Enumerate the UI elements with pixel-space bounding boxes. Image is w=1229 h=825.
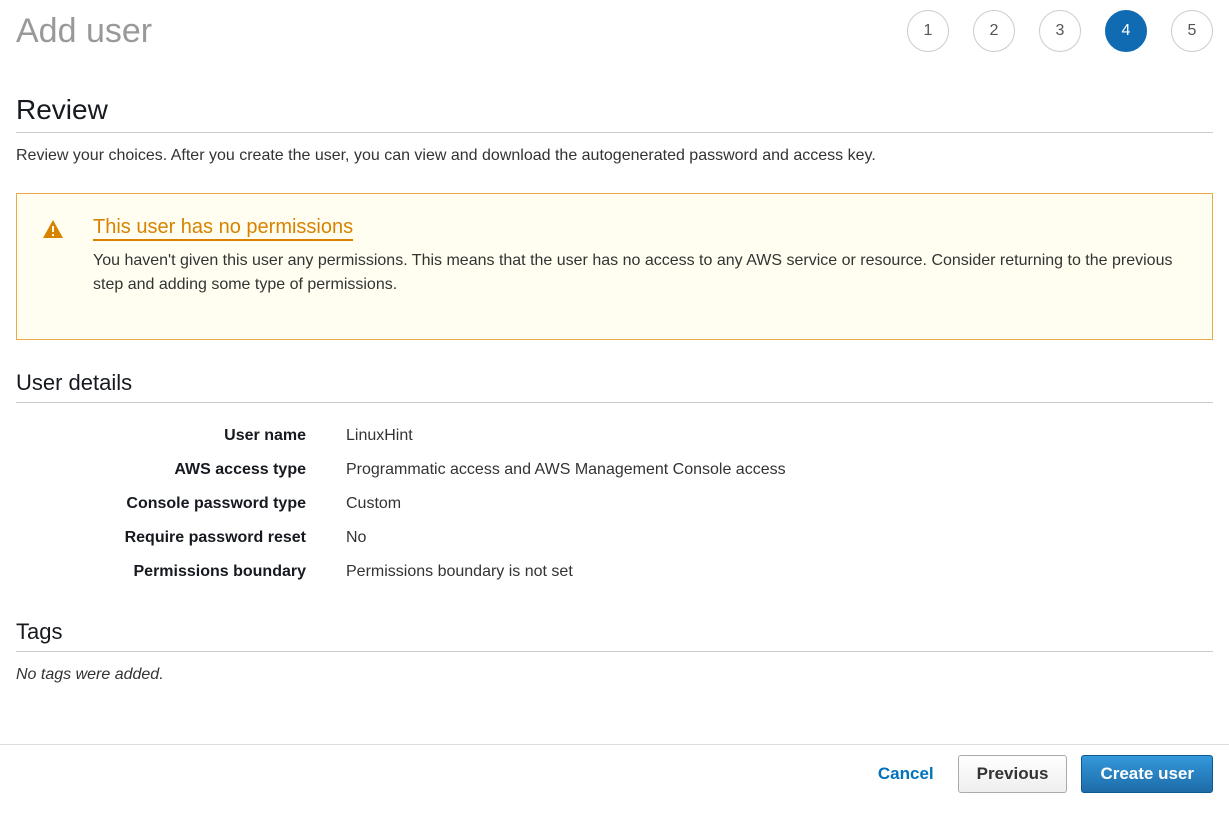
tags-title: Tags xyxy=(16,619,1213,652)
warning-icon xyxy=(41,216,65,297)
wizard-steps: 1 2 3 4 5 xyxy=(907,10,1213,52)
detail-label: Require password reset xyxy=(16,529,306,547)
detail-label: User name xyxy=(16,427,306,445)
step-2[interactable]: 2 xyxy=(973,10,1015,52)
main-content: Review Review your choices. After you cr… xyxy=(0,94,1229,684)
review-description: Review your choices. After you create th… xyxy=(16,147,1213,165)
detail-value: No xyxy=(306,529,1213,547)
detail-label: Console password type xyxy=(16,495,306,513)
detail-value: LinuxHint xyxy=(306,427,1213,445)
detail-value: Custom xyxy=(306,495,1213,513)
step-4[interactable]: 4 xyxy=(1105,10,1147,52)
table-row: User name LinuxHint xyxy=(16,419,1213,453)
create-user-button[interactable]: Create user xyxy=(1081,755,1213,793)
warning-title[interactable]: This user has no permissions xyxy=(93,216,353,241)
step-3[interactable]: 3 xyxy=(1039,10,1081,52)
table-row: Require password reset No xyxy=(16,521,1213,555)
header: Add user 1 2 3 4 5 xyxy=(0,0,1229,72)
detail-label: AWS access type xyxy=(16,461,306,479)
table-row: AWS access type Programmatic access and … xyxy=(16,453,1213,487)
table-row: Permissions boundary Permissions boundar… xyxy=(16,555,1213,589)
detail-label: Permissions boundary xyxy=(16,563,306,581)
user-details-table: User name LinuxHint AWS access type Prog… xyxy=(16,419,1213,589)
detail-value: Permissions boundary is not set xyxy=(306,563,1213,581)
detail-value: Programmatic access and AWS Management C… xyxy=(306,461,1213,479)
user-details-title: User details xyxy=(16,370,1213,403)
previous-button[interactable]: Previous xyxy=(958,755,1068,793)
cancel-button[interactable]: Cancel xyxy=(868,756,944,792)
warning-content: This user has no permissions You haven't… xyxy=(93,216,1188,297)
footer: Cancel Previous Create user xyxy=(0,744,1229,803)
step-1[interactable]: 1 xyxy=(907,10,949,52)
tags-empty-text: No tags were added. xyxy=(16,666,1213,684)
warning-box: This user has no permissions You haven't… xyxy=(16,193,1213,340)
page-title: Add user xyxy=(16,12,152,51)
review-title: Review xyxy=(16,94,1213,133)
step-5[interactable]: 5 xyxy=(1171,10,1213,52)
warning-text: You haven't given this user any permissi… xyxy=(93,249,1188,297)
table-row: Console password type Custom xyxy=(16,487,1213,521)
